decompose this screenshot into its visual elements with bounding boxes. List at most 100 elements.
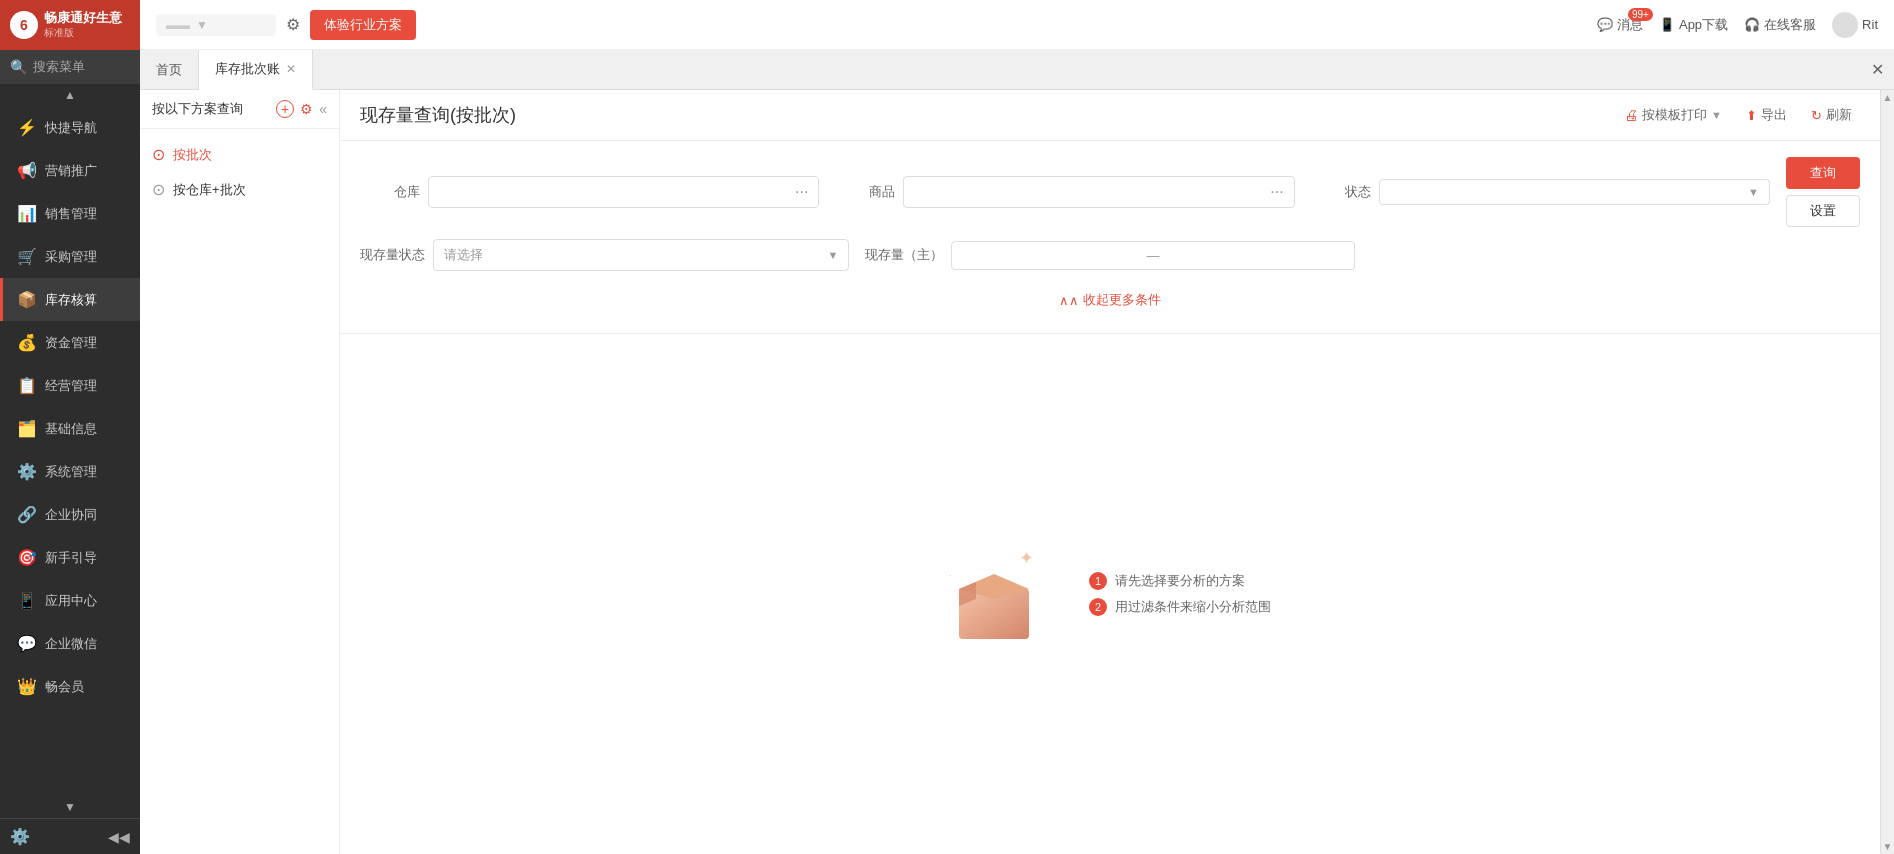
print-btn[interactable]: 🖨 按模板打印 ▼ [1616, 102, 1730, 128]
add-plan-btn[interactable]: + [276, 100, 294, 118]
filter-stock-qty-group: 现存量（主） — [865, 241, 1354, 270]
sidebar-item-basic[interactable]: 🗂️ 基础信息 [0, 407, 140, 450]
stock-status-select[interactable]: 请选择 ▼ [433, 239, 849, 271]
warehouse-dots[interactable]: ··· [795, 183, 808, 201]
scroll-down-icon[interactable]: ▼ [1883, 841, 1893, 852]
refresh-btn[interactable]: ↻ 刷新 [1803, 102, 1860, 128]
search-icon: 🔍 [10, 59, 27, 75]
messages-badge: 99+ [1628, 8, 1653, 21]
sidebar-item-marketing[interactable]: 📢 营销推广 [0, 149, 140, 192]
scroll-up-btn[interactable]: ▲ [0, 84, 140, 106]
plan-settings-icon[interactable]: ⚙ [300, 101, 313, 117]
tab-close-btn[interactable]: ✕ [286, 62, 296, 76]
main-panel: 现存量查询(按批次) 🖨 按模板打印 ▼ ⬆ 导出 ↻ 刷新 [340, 90, 1880, 854]
goods-input[interactable]: ··· [903, 176, 1294, 208]
sidebar-header: 6 畅康通好生意 标准版 [0, 0, 140, 50]
collapse-panel-btn[interactable]: « [319, 101, 327, 117]
close-all-tabs-btn[interactable]: ✕ [1871, 60, 1884, 79]
sidebar-item-wechat[interactable]: 💬 企业微信 [0, 622, 140, 665]
nav-icon-appcenter: 📱 [17, 591, 37, 610]
nav-icon-purchase: 🛒 [17, 247, 37, 266]
plan-list: ⊙ 按批次 ⊙ 按仓库+批次 [140, 129, 339, 854]
nav-icon-enterprise: 🔗 [17, 505, 37, 524]
app-logo: 6 [10, 11, 38, 39]
empty-state: ✦ · 1 请 [340, 334, 1880, 854]
content-area: 按以下方案查询 + ⚙ « ⊙ 按批次 ⊙ 按仓库+批次 [140, 90, 1894, 854]
app-subtitle: 标准版 [44, 26, 122, 40]
sidebar-item-inventory[interactable]: 📦 库存核算 [0, 278, 140, 321]
main-content: ▬▬ ▼ ⚙ 体验行业方案 💬 消息 99+ 📱 App下载 🎧 在线客服 Ri… [140, 0, 1894, 854]
sidebar-item-purchase[interactable]: 🛒 采购管理 [0, 235, 140, 278]
print-dropdown-icon[interactable]: ▼ [1711, 109, 1722, 121]
collapse-sidebar-btn[interactable]: ◀◀ [108, 829, 130, 845]
app-download-icon: 📱 [1659, 17, 1675, 32]
scroll-down-btn[interactable]: ▼ [0, 796, 140, 818]
app-title: 畅康通好生意 [44, 10, 122, 26]
filter-row-1: 仓库 ··· 商品 ··· 状态 [360, 157, 1860, 227]
page-header-actions: 🖨 按模板打印 ▼ ⬆ 导出 ↻ 刷新 [1616, 102, 1860, 128]
nav-icon-wechat: 💬 [17, 634, 37, 653]
nav-label-sales: 销售管理 [45, 205, 97, 223]
goods-dots[interactable]: ··· [1270, 183, 1283, 201]
sidebar-item-quick-nav[interactable]: ⚡ 快捷导航 [0, 106, 140, 149]
plan-item-warehouse-batch[interactable]: ⊙ 按仓库+批次 [140, 172, 339, 207]
setting-btn[interactable]: 设置 [1786, 195, 1860, 227]
tab-home-label: 首页 [156, 61, 182, 79]
tab-inventory-batch-label: 库存批次账 [215, 60, 280, 78]
collapse-bar[interactable]: ∧∧ 收起更多条件 [360, 283, 1860, 317]
tab-home[interactable]: 首页 [140, 51, 199, 89]
sidebar-item-enterprise[interactable]: 🔗 企业协同 [0, 493, 140, 536]
settings-icon[interactable]: ⚙️ [10, 827, 30, 846]
status-label: 状态 [1311, 183, 1371, 201]
messages-btn[interactable]: 💬 消息 99+ [1597, 16, 1643, 34]
tip-text-1: 请先选择要分析的方案 [1115, 572, 1245, 590]
query-btn[interactable]: 查询 [1786, 157, 1860, 189]
sidebar-item-system[interactable]: ⚙️ 系统管理 [0, 450, 140, 493]
export-btn[interactable]: ⬆ 导出 [1738, 102, 1795, 128]
page-title: 现存量查询(按批次) [360, 103, 516, 127]
filter-status-group: 状态 ▼ [1311, 179, 1770, 205]
topbar-search-left-icon: ▬▬ [166, 18, 190, 32]
online-service-label: 在线客服 [1764, 16, 1816, 34]
plan-item-by-batch[interactable]: ⊙ 按批次 [140, 137, 339, 172]
panel-header: 按以下方案查询 + ⚙ « [140, 90, 339, 129]
nav-icon-newguide: 🎯 [17, 548, 37, 567]
empty-illustration: ✦ · [949, 544, 1049, 644]
tip-num-2: 2 [1089, 598, 1107, 616]
stock-status-chevron: ▼ [827, 249, 838, 261]
nav-label-enterprise: 企业协同 [45, 506, 97, 524]
status-select[interactable]: ▼ [1379, 179, 1770, 205]
avatar [1832, 12, 1858, 38]
tab-inventory-batch[interactable]: 库存批次账 ✕ [199, 50, 313, 90]
status-chevron: ▼ [1748, 186, 1759, 198]
topbar-gear-icon[interactable]: ⚙ [286, 15, 300, 34]
topbar-search[interactable]: ▬▬ ▼ [156, 14, 276, 36]
svg-text:✦: ✦ [1019, 548, 1034, 568]
nav-icon-finance: 💰 [17, 333, 37, 352]
nav-label-newguide: 新手引导 [45, 549, 97, 567]
stock-qty-range[interactable]: — [951, 241, 1354, 270]
warehouse-label: 仓库 [360, 183, 420, 201]
nav-icon-basic: 🗂️ [17, 419, 37, 438]
sidebar-item-operation[interactable]: 📋 经营管理 [0, 364, 140, 407]
stock-qty-placeholder: — [1146, 248, 1159, 263]
nav-icon-system: ⚙️ [17, 462, 37, 481]
sidebar-item-appcenter[interactable]: 📱 应用中心 [0, 579, 140, 622]
warehouse-input[interactable]: ··· [428, 176, 819, 208]
scroll-up-icon[interactable]: ▲ [1883, 92, 1893, 103]
sidebar-item-newguide[interactable]: 🎯 新手引导 [0, 536, 140, 579]
online-service-btn[interactable]: 🎧 在线客服 [1744, 16, 1816, 34]
filter-area: 仓库 ··· 商品 ··· 状态 [340, 141, 1880, 334]
topbar-dropdown-icon: ▼ [196, 18, 208, 32]
nav-icon-operation: 📋 [17, 376, 37, 395]
user-menu[interactable]: Rit [1832, 12, 1878, 38]
export-icon: ⬆ [1746, 108, 1757, 123]
search-menu[interactable]: 🔍 搜索菜单 [0, 50, 140, 84]
user-name: Rit [1862, 17, 1878, 32]
sidebar-item-sales[interactable]: 📊 销售管理 [0, 192, 140, 235]
sidebar-item-member[interactable]: 👑 畅会员 [0, 665, 140, 708]
trial-btn[interactable]: 体验行业方案 [310, 10, 416, 40]
app-download-btn[interactable]: 📱 App下载 [1659, 16, 1728, 34]
sidebar-item-finance[interactable]: 💰 资金管理 [0, 321, 140, 364]
stock-status-placeholder: 请选择 [444, 246, 483, 264]
